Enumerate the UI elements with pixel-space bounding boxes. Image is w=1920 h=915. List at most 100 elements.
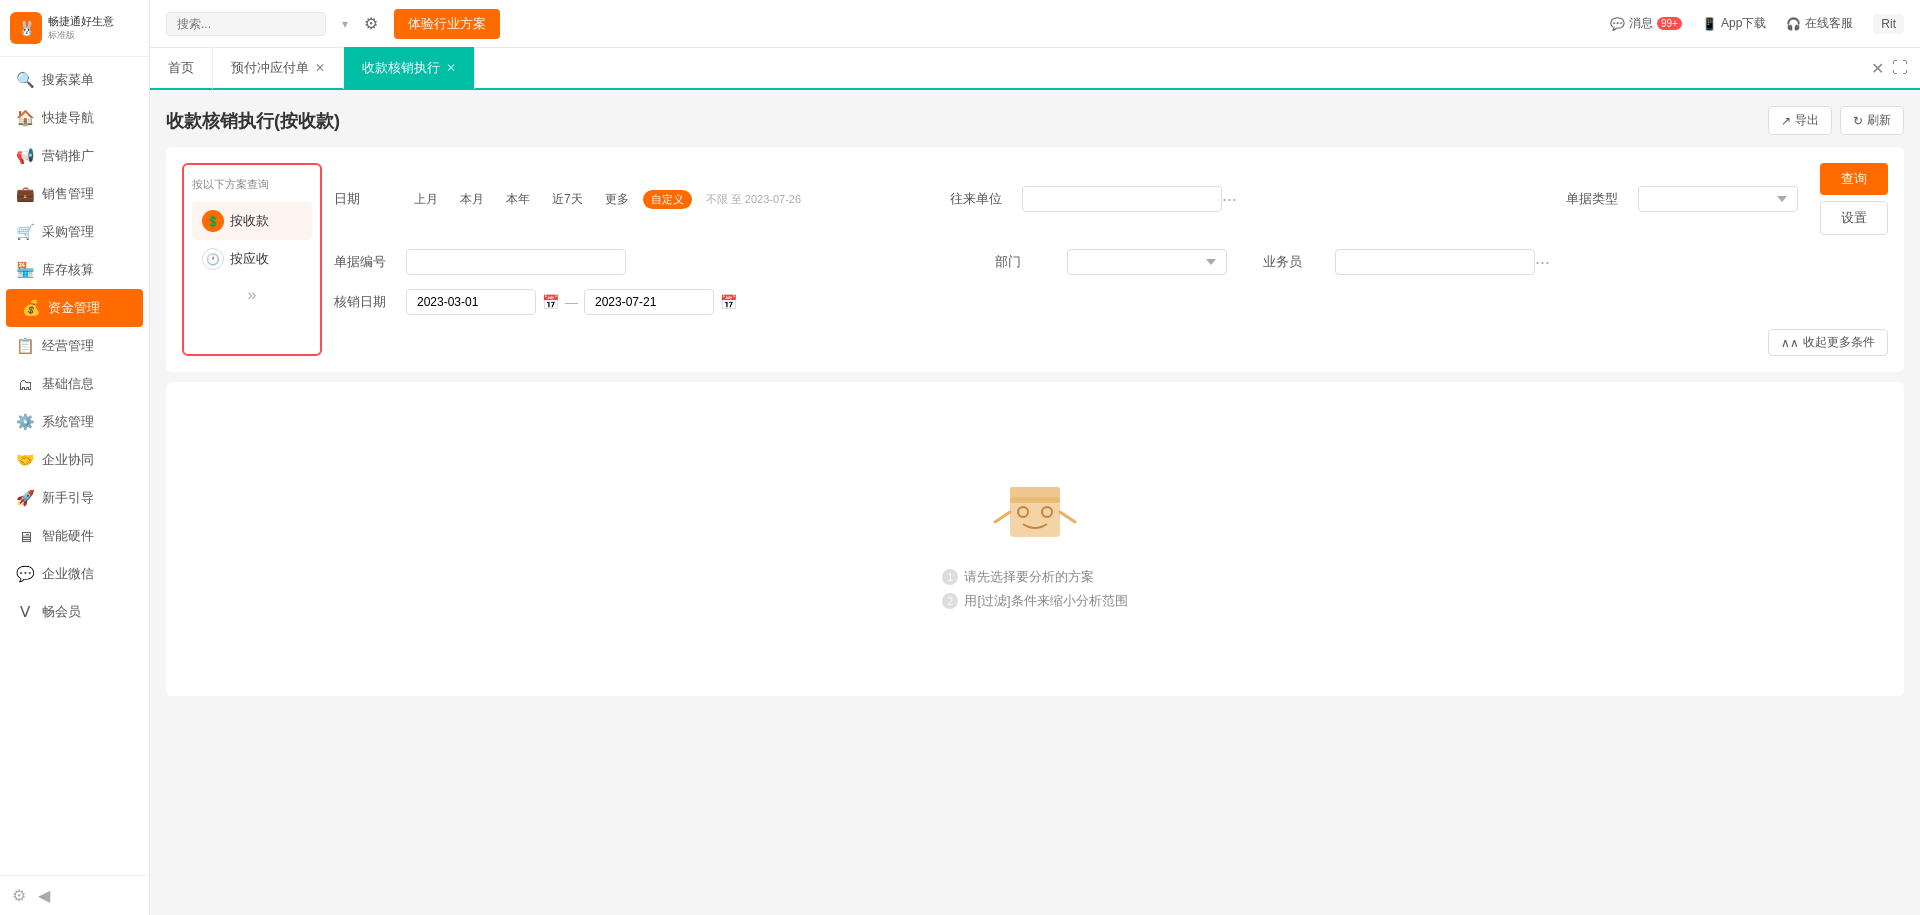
topbar-search-input[interactable] bbox=[166, 12, 326, 36]
sidebar-label-finance: 资金管理 bbox=[48, 299, 100, 317]
sidebar-item-purchase[interactable]: 🛒 采购管理 bbox=[0, 213, 149, 251]
collapse-more-button[interactable]: ∧∧ 收起更多条件 bbox=[1768, 329, 1888, 356]
docnumber-filter-area bbox=[406, 249, 959, 275]
tab-close-all-icon[interactable]: ✕ bbox=[1871, 59, 1884, 78]
hardware-icon: 🖥 bbox=[16, 528, 34, 545]
setting-button[interactable]: 设置 bbox=[1820, 201, 1888, 235]
sidebar-label-system: 系统管理 bbox=[42, 413, 94, 431]
date-more-btn[interactable]: 更多 bbox=[597, 188, 637, 211]
user-menu[interactable]: Rit bbox=[1873, 14, 1904, 34]
message-button[interactable]: 💬 消息 99+ bbox=[1610, 15, 1682, 32]
salesperson-input[interactable] bbox=[1335, 249, 1535, 275]
date-7days-btn[interactable]: 近7天 bbox=[544, 188, 591, 211]
topbar-dropdown-icon[interactable]: ▾ bbox=[342, 17, 348, 31]
sidebar-item-wechat[interactable]: 💬 企业微信 bbox=[0, 555, 149, 593]
logo-icon: 🐰 bbox=[10, 12, 42, 44]
doctype-select[interactable] bbox=[1638, 186, 1798, 212]
search-icon: 🔍 bbox=[16, 71, 34, 89]
industry-solution-button[interactable]: 体验行业方案 bbox=[394, 9, 500, 39]
message-icon: 💬 bbox=[1610, 17, 1625, 31]
refresh-button[interactable]: ↻ 刷新 bbox=[1840, 106, 1904, 135]
sidebar-label-marketing: 营销推广 bbox=[42, 147, 94, 165]
writeoff-end-date-input[interactable] bbox=[584, 289, 714, 315]
tab-home[interactable]: 首页 bbox=[150, 47, 213, 89]
settings-footer-icon[interactable]: ⚙ bbox=[12, 886, 26, 905]
writeoff-start-cal-icon[interactable]: 📅 bbox=[542, 294, 559, 310]
partner-more-icon[interactable]: ··· bbox=[1222, 189, 1237, 210]
topbar: ▾ ⚙ 体验行业方案 💬 消息 99+ 📱 App下载 🎧 在线客服 Rit bbox=[150, 0, 1920, 48]
tip-num-1: 1 bbox=[942, 569, 958, 585]
topbar-gear-icon[interactable]: ⚙ bbox=[364, 14, 378, 33]
coop-icon: 🤝 bbox=[16, 451, 34, 469]
collapse-more-row: ∧∧ 收起更多条件 bbox=[334, 329, 1888, 356]
date-custom-badge: 自定义 bbox=[643, 190, 692, 209]
sidebar-item-cooperation[interactable]: 🤝 企业协同 bbox=[0, 441, 149, 479]
sidebar-item-search[interactable]: 🔍 搜索菜单 bbox=[0, 61, 149, 99]
online-service-label: 在线客服 bbox=[1805, 15, 1853, 32]
filter-option-by-collection[interactable]: 💲 按收款 bbox=[192, 202, 312, 240]
filter-row-3: 核销日期 📅 — 📅 bbox=[334, 289, 1888, 315]
partner-input[interactable] bbox=[1022, 186, 1222, 212]
filter-option-by-receivable[interactable]: 🕐 按应收 bbox=[192, 240, 312, 278]
filter-collapse-btn[interactable]: » bbox=[192, 286, 312, 304]
writeoff-end-cal-icon[interactable]: 📅 bbox=[720, 294, 737, 310]
collapse-sidebar-icon[interactable]: ◀ bbox=[38, 886, 50, 905]
writeoff-date-label: 核销日期 bbox=[334, 293, 394, 311]
sidebar-item-guide[interactable]: 🚀 新手引导 bbox=[0, 479, 149, 517]
sidebar-label-inventory: 库存核算 bbox=[42, 261, 94, 279]
tab-prepay[interactable]: 预付冲应付单 ✕ bbox=[213, 47, 344, 89]
sidebar-label-basics: 基础信息 bbox=[42, 375, 94, 393]
sidebar-item-inventory[interactable]: 🏪 库存核算 bbox=[0, 251, 149, 289]
app-download-button[interactable]: 📱 App下载 bbox=[1702, 15, 1766, 32]
sidebar-item-system[interactable]: ⚙️ 系统管理 bbox=[0, 403, 149, 441]
finance-icon: 💰 bbox=[22, 299, 40, 317]
filter-scheme-title: 按以下方案查询 bbox=[192, 177, 312, 192]
salesperson-more-icon[interactable]: ··· bbox=[1535, 252, 1550, 273]
svg-line-5 bbox=[1060, 512, 1075, 522]
sidebar-footer: ⚙ ◀ bbox=[0, 875, 149, 915]
headset-icon: 🎧 bbox=[1786, 17, 1801, 31]
logo-text-block: 畅捷通好生意 标准版 bbox=[48, 14, 114, 41]
sidebar-label-member: 畅会员 bbox=[42, 603, 81, 621]
main-area: ▾ ⚙ 体验行业方案 💬 消息 99+ 📱 App下载 🎧 在线客服 Rit bbox=[150, 0, 1920, 915]
query-button[interactable]: 查询 bbox=[1820, 163, 1888, 195]
sidebar-item-operations[interactable]: 📋 经营管理 bbox=[0, 327, 149, 365]
collection-scheme-label: 按收款 bbox=[230, 212, 269, 230]
partner-label: 往来单位 bbox=[950, 190, 1010, 208]
department-filter-area bbox=[1067, 249, 1227, 275]
sidebar-item-marketing[interactable]: 📢 营销推广 bbox=[0, 137, 149, 175]
sidebar-item-member[interactable]: Ⅴ 畅会员 bbox=[0, 593, 149, 631]
date-last-month-btn[interactable]: 上月 bbox=[406, 188, 446, 211]
tab-collection-close[interactable]: ✕ bbox=[446, 61, 456, 75]
sidebar: 🐰 畅捷通好生意 标准版 🔍 搜索菜单 🏠 快捷导航 📢 营销推广 💼 销售管理… bbox=[0, 0, 150, 915]
date-this-year-btn[interactable]: 本年 bbox=[498, 188, 538, 211]
tab-actions: ✕ ⛶ bbox=[1859, 59, 1920, 78]
tab-prepay-close[interactable]: ✕ bbox=[315, 61, 325, 75]
writeoff-start-date-input[interactable] bbox=[406, 289, 536, 315]
docnumber-input[interactable] bbox=[406, 249, 626, 275]
tab-expand-icon[interactable]: ⛶ bbox=[1892, 59, 1908, 77]
refresh-label: 刷新 bbox=[1867, 112, 1891, 129]
sidebar-item-hardware[interactable]: 🖥 智能硬件 bbox=[0, 517, 149, 555]
filter-panel: 按以下方案查询 💲 按收款 🕐 按应收 » 日期 上月 bbox=[166, 147, 1904, 372]
page-header: 收款核销执行(按收款) ↗ 导出 ↻ 刷新 bbox=[166, 106, 1904, 135]
filter-row-2: 单据编号 部门 业务员 ··· bbox=[334, 249, 1888, 275]
export-button[interactable]: ↗ 导出 bbox=[1768, 106, 1832, 135]
sidebar-item-sales[interactable]: 💼 销售管理 bbox=[0, 175, 149, 213]
date-filter-value: 上月 本月 本年 近7天 更多 自定义 不限 至 2023-07-26 bbox=[406, 188, 914, 211]
sidebar-item-finance[interactable]: 💰 资金管理 bbox=[6, 289, 143, 327]
sidebar-item-quicknav[interactable]: 🏠 快捷导航 bbox=[0, 99, 149, 137]
content-area: 1 请先选择要分析的方案 2 用[过滤]条件来缩小分析范围 bbox=[166, 382, 1904, 696]
sidebar-nav: 🔍 搜索菜单 🏠 快捷导航 📢 营销推广 💼 销售管理 🛒 采购管理 🏪 库存核… bbox=[0, 57, 149, 875]
page-content: 收款核销执行(按收款) ↗ 导出 ↻ 刷新 按以下方案查询 💲 按收款 bbox=[150, 90, 1920, 915]
sidebar-item-basics[interactable]: 🗂 基础信息 bbox=[0, 365, 149, 403]
online-service-button[interactable]: 🎧 在线客服 bbox=[1786, 15, 1853, 32]
date-sublabel: 不限 至 2023-07-26 bbox=[706, 192, 801, 207]
receivable-scheme-icon: 🕐 bbox=[202, 248, 224, 270]
tab-collection[interactable]: 收款核销执行 ✕ bbox=[344, 47, 475, 89]
home-icon: 🏠 bbox=[16, 109, 34, 127]
user-name: Rit bbox=[1881, 17, 1896, 31]
svg-rect-1 bbox=[1010, 487, 1060, 503]
date-this-month-btn[interactable]: 本月 bbox=[452, 188, 492, 211]
department-select[interactable] bbox=[1067, 249, 1227, 275]
